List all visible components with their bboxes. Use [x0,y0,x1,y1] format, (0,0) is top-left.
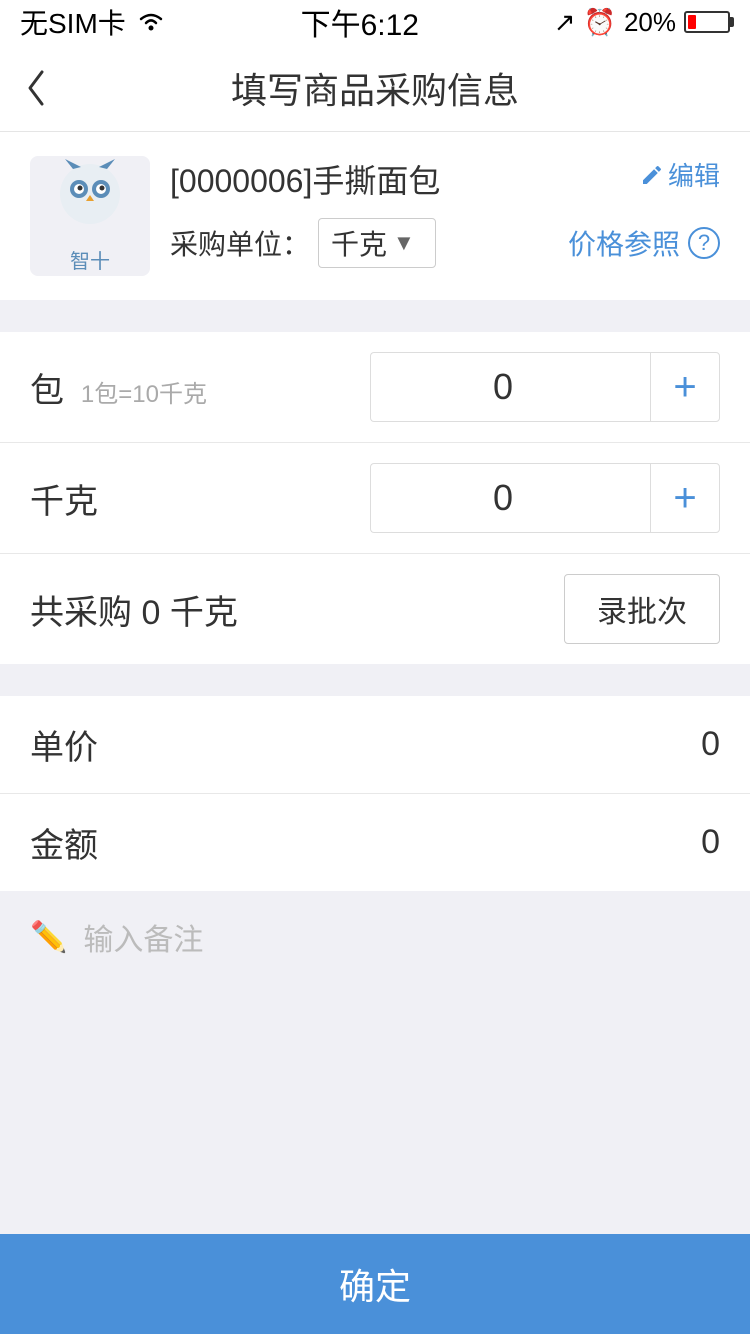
amount-value: 0 [701,823,720,862]
plus-icon-2: + [673,476,696,521]
dropdown-arrow-icon: ▼ [393,230,415,256]
bao-label-group: 包 1包=10千克 [30,363,207,412]
battery-percent: 20% [624,7,676,38]
summary-row: 共采购 0 千克 录批次 [0,554,750,664]
status-bar: 无SIM卡 下午6:12 ↗ ⏰ 20% [0,0,750,44]
note-area[interactable]: ✏️ 输入备注 [0,891,750,983]
summary-text: 共采购 0 千克 [30,585,238,634]
price-ref-label: 价格参照 [568,223,680,263]
alarm-icon: ⏰ [584,7,616,38]
unit-label: 采购单位： [170,223,310,263]
unit-price-label: 单价 [30,720,98,769]
status-left: 无SIM卡 [20,2,166,42]
product-name: [0000006]手撕面包 [170,156,440,202]
amount-row: 金额 0 [0,794,750,891]
kg-row: 千克 + [0,443,750,554]
bao-input-group: + [370,352,720,422]
plus-icon: + [673,365,696,410]
bao-plus-button[interactable]: + [650,352,720,422]
note-placeholder: 输入备注 [83,915,203,959]
amount-label: 金额 [30,818,98,867]
wifi-icon [136,6,166,38]
section-divider-1 [0,316,750,332]
bao-sublabel: 1包=10千克 [81,381,207,408]
product-thumbnail: 智十 [30,156,150,276]
confirm-label: 确定 [339,1258,411,1310]
nav-bar: 填写商品采购信息 [0,44,750,132]
bao-row: 包 1包=10千克 + [0,332,750,443]
back-button[interactable] [24,68,48,108]
unit-value: 千克 [331,223,387,263]
status-right: ↗ ⏰ 20% [554,7,730,38]
battery-fill [688,15,696,29]
footer-spacer [0,983,750,1103]
battery-icon [684,11,730,33]
unit-select[interactable]: 千克 ▼ [318,218,436,268]
product-info: [0000006]手撕面包 编辑 采购单位： 千克 ▼ 价格参照 ? [170,156,720,268]
kg-input-box[interactable] [370,463,650,533]
kg-input[interactable] [371,464,650,532]
kg-input-group: + [370,463,720,533]
kg-label: 千克 [30,483,98,521]
product-logo-icon [55,159,125,241]
nav-title: 填写商品采购信息 [231,62,519,114]
unit-price-row: 单价 0 [0,696,750,794]
confirm-button[interactable]: 确定 [0,1234,750,1334]
kg-label-group: 千克 [30,474,98,523]
section-divider-2 [0,664,750,680]
price-ref-button[interactable]: 价格参照 ? [568,223,720,263]
bao-input[interactable] [371,353,650,421]
status-time: 下午6:12 [301,0,419,44]
carrier-label: 无SIM卡 [20,2,126,42]
help-icon: ? [688,227,720,259]
batch-button[interactable]: 录批次 [564,574,720,644]
quantity-section: 包 1包=10千克 + 千克 + 共采购 [0,332,750,664]
bao-input-box[interactable] [370,352,650,422]
product-card: 智十 [0000006]手撕面包 编辑 采购单位： 千克 ▼ 价格参照 ? [0,132,750,300]
location-icon: ↗ [554,7,576,38]
edit-button[interactable]: 编辑 [640,156,720,193]
bao-label: 包 [30,372,64,410]
price-section: 单价 0 金额 0 [0,696,750,891]
kg-plus-button[interactable]: + [650,463,720,533]
pencil-icon: ✏️ [30,920,67,955]
unit-price-value: 0 [701,725,720,764]
product-logo-text: 智十 [70,245,110,274]
